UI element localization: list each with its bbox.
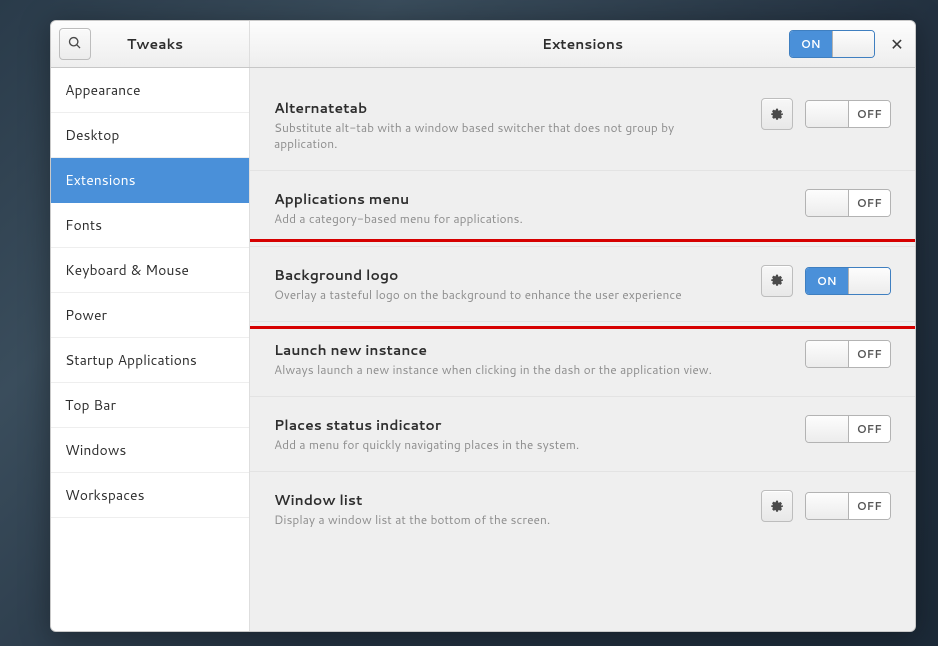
gear-icon <box>770 495 784 518</box>
global-extensions-switch[interactable]: ON <box>789 30 875 58</box>
extension-controls: ON <box>761 265 891 297</box>
extension-title: Places status indicator <box>274 415 785 435</box>
switch-knob <box>806 416 849 442</box>
extension-title: Alternatetab <box>274 98 741 118</box>
extension-desc: Always launch a new instance when clicki… <box>274 362 785 378</box>
switch-knob <box>832 31 875 57</box>
extension-controls: OFF <box>805 415 891 443</box>
switch-on-label: ON <box>806 268 848 294</box>
sidebar-item-power[interactable]: Power <box>51 293 249 338</box>
extension-row-alternatetab: AlternatetabSubstitute alt-tab with a wi… <box>250 80 915 171</box>
extension-desc: Substitute alt-tab with a window based s… <box>274 120 741 152</box>
switch-knob <box>806 101 849 127</box>
switch-knob <box>806 341 849 367</box>
extension-settings-button[interactable] <box>761 490 793 522</box>
gear-icon <box>770 103 784 126</box>
extension-controls: OFF <box>805 189 891 217</box>
extension-title: Launch new instance <box>274 340 785 360</box>
extension-row-applications-menu: Applications menu Add a category-based me… <box>250 171 915 246</box>
extension-switch[interactable]: OFF <box>805 100 891 128</box>
content-pane: AlternatetabSubstitute alt-tab with a wi… <box>250 68 915 631</box>
titlebar-left: Tweaks <box>51 21 250 67</box>
sidebar-item-appearance[interactable]: Appearance <box>51 68 249 113</box>
tweaks-window: Tweaks Extensions ON ✕ Appearance Desktop… <box>50 20 916 632</box>
sidebar-item-label: Appearance <box>65 80 141 100</box>
extension-text: Launch new instance Always launch a new i… <box>274 340 805 378</box>
sidebar-item-workspaces[interactable]: Workspaces <box>51 473 249 518</box>
extension-row-background-logo: Background logo Overlay a tasteful logo o… <box>250 247 915 322</box>
extension-switch[interactable]: ON <box>805 267 891 295</box>
switch-off-label: OFF <box>849 493 891 519</box>
sidebar-item-startup-applications[interactable]: Startup Applications <box>51 338 249 383</box>
sidebar-item-top-bar[interactable]: Top Bar <box>51 383 249 428</box>
extension-text: Background logo Overlay a tasteful logo o… <box>274 265 761 303</box>
close-icon: ✕ <box>890 33 903 56</box>
extension-row-window-list: Window list Display a window list at the … <box>250 472 915 546</box>
sidebar-item-label: Fonts <box>65 215 102 235</box>
extension-desc: Add a menu for quickly navigating places… <box>274 437 785 453</box>
switch-knob <box>848 268 891 294</box>
extension-settings-button[interactable] <box>761 98 793 130</box>
app-title: Tweaks <box>91 34 249 54</box>
extension-controls: OFF <box>761 98 891 130</box>
extension-text: AlternatetabSubstitute alt-tab with a wi… <box>274 98 761 152</box>
extension-switch[interactable]: OFF <box>805 189 891 217</box>
sidebar-item-desktop[interactable]: Desktop <box>51 113 249 158</box>
sidebar-item-label: Desktop <box>65 125 119 145</box>
sidebar: Appearance Desktop Extensions Fonts Keyboard… <box>51 68 250 631</box>
extension-text: Places status indicator Add a menu for qu… <box>274 415 805 453</box>
titlebar: Tweaks Extensions ON ✕ <box>51 21 915 68</box>
switch-off-label: OFF <box>849 416 891 442</box>
extension-title: Applications menu <box>274 189 785 209</box>
search-icon <box>68 33 82 56</box>
close-button[interactable]: ✕ <box>885 32 909 56</box>
extension-desc: Overlay a tasteful logo on the backgroun… <box>274 287 741 303</box>
search-button[interactable] <box>59 28 91 60</box>
extension-title: Background logo <box>274 265 741 285</box>
sidebar-item-label: Power <box>65 305 107 325</box>
extension-desc: Add a category-based menu for applicatio… <box>274 211 785 227</box>
switch-knob <box>806 493 849 519</box>
extension-switch[interactable]: OFF <box>805 340 891 368</box>
extension-text: Applications menu Add a category-based me… <box>274 189 805 227</box>
extension-switch[interactable]: OFF <box>805 492 891 520</box>
extension-controls: OFF <box>761 490 891 522</box>
sidebar-item-extensions[interactable]: Extensions <box>51 158 249 203</box>
extension-controls: OFF <box>805 340 891 368</box>
switch-off-label: OFF <box>849 190 891 216</box>
switch-knob <box>806 190 849 216</box>
switch-off-label: OFF <box>849 101 891 127</box>
sidebar-item-label: Startup Applications <box>65 350 197 370</box>
extension-title: Window list <box>274 490 741 510</box>
sidebar-item-keyboard-mouse[interactable]: Keyboard & Mouse <box>51 248 249 293</box>
extension-switch[interactable]: OFF <box>805 415 891 443</box>
extension-settings-button[interactable] <box>761 265 793 297</box>
sidebar-item-label: Keyboard & Mouse <box>65 260 189 280</box>
sidebar-item-label: Workspaces <box>65 485 145 505</box>
titlebar-controls: ON ✕ <box>789 30 915 58</box>
window-body: Appearance Desktop Extensions Fonts Keyboard… <box>51 68 915 631</box>
gear-icon <box>770 269 784 292</box>
sidebar-item-label: Windows <box>65 440 126 460</box>
switch-on-label: ON <box>790 31 832 57</box>
extension-desc: Display a window list at the bottom of t… <box>274 512 741 528</box>
sidebar-item-fonts[interactable]: Fonts <box>51 203 249 248</box>
sidebar-item-windows[interactable]: Windows <box>51 428 249 473</box>
extension-row-places-status-indicator: Places status indicator Add a menu for qu… <box>250 397 915 472</box>
sidebar-item-label: Top Bar <box>65 395 116 415</box>
sidebar-item-label: Extensions <box>65 170 136 190</box>
extension-row-launch-new-instance: Launch new instance Always launch a new i… <box>250 322 915 397</box>
switch-off-label: OFF <box>849 341 891 367</box>
extension-text: Window list Display a window list at the … <box>274 490 761 528</box>
titlebar-right: Extensions ON ✕ <box>250 21 915 67</box>
